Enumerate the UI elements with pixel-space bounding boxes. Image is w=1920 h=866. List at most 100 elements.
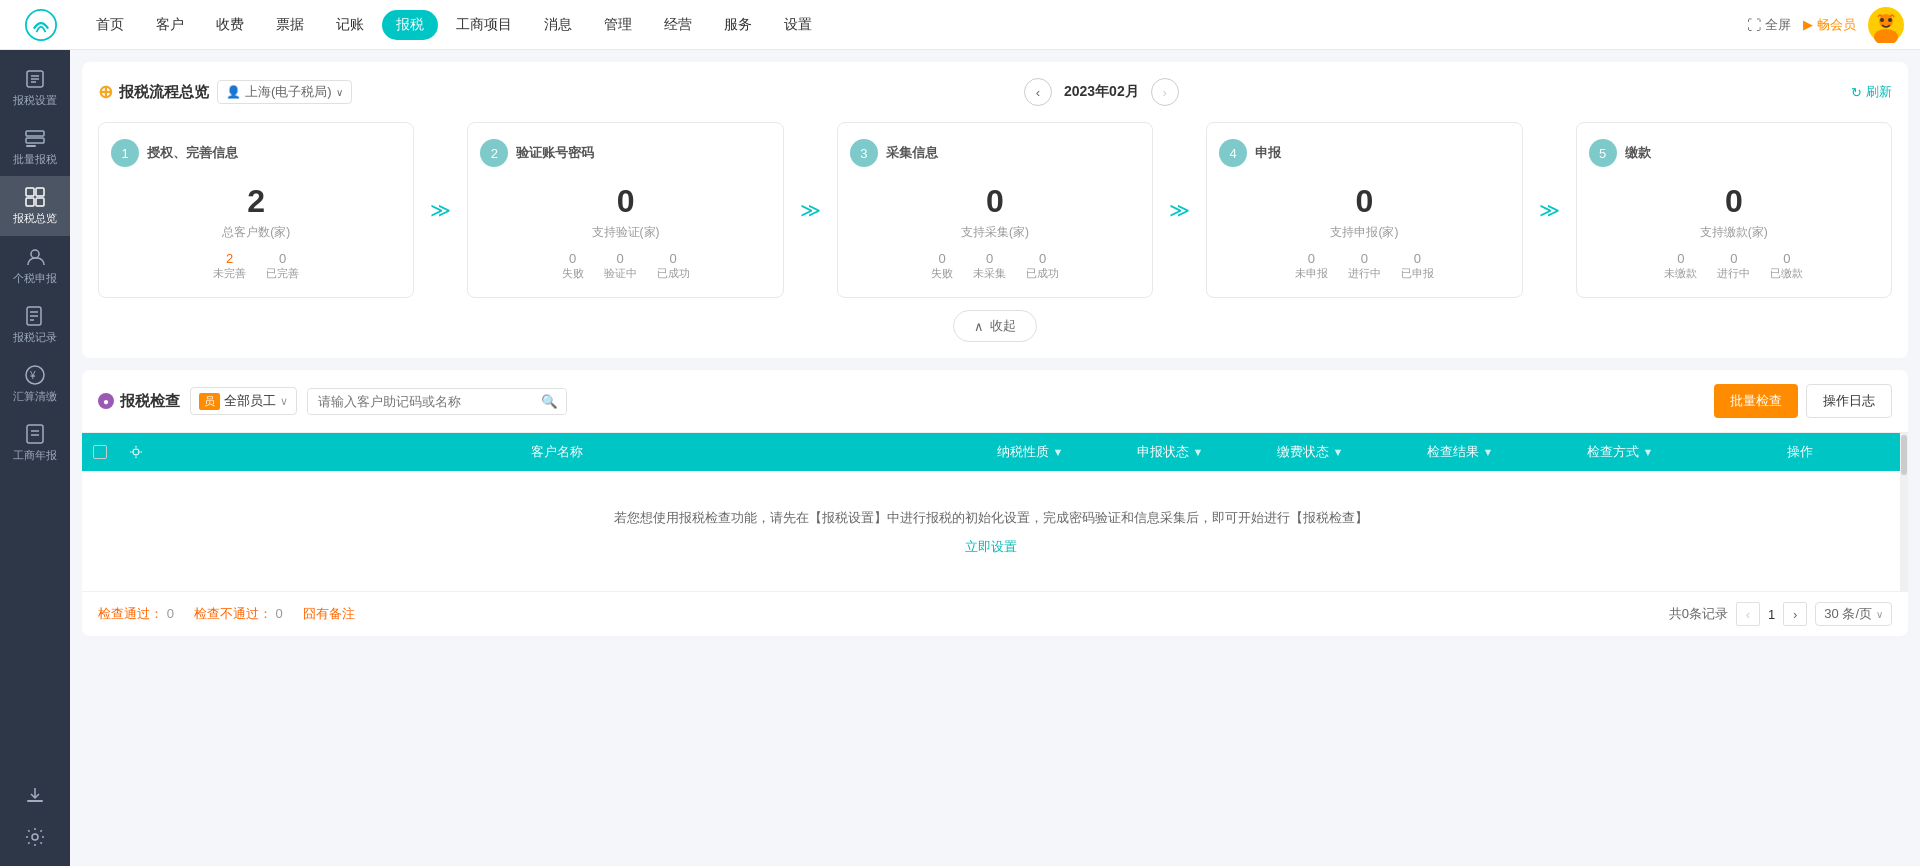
- select-all-checkbox[interactable]: [93, 445, 107, 459]
- collapse-button[interactable]: ∧ 收起: [953, 310, 1037, 342]
- card-big-number-5: 0: [1589, 183, 1879, 220]
- th-check-method: 检查方式 ▼: [1540, 433, 1700, 471]
- svg-rect-14: [36, 188, 44, 196]
- sidebar-item-download[interactable]: [20, 774, 50, 816]
- nav-industrial[interactable]: 工商项目: [442, 10, 526, 40]
- nav-operation[interactable]: 经营: [650, 10, 706, 40]
- stat-fail-2-val[interactable]: 0: [562, 251, 584, 266]
- nav-invoice[interactable]: 票据: [262, 10, 318, 40]
- stat-filed: 0 已申报: [1401, 251, 1434, 281]
- staff-select[interactable]: 员 全部员工 ∨: [190, 387, 297, 415]
- sidebar-item-settlement[interactable]: ¥ 汇算清缴: [0, 354, 70, 413]
- nav-message[interactable]: 消息: [530, 10, 586, 40]
- nav-client[interactable]: 客户: [142, 10, 198, 40]
- svg-rect-10: [26, 131, 44, 136]
- sidebar-item-annual-report[interactable]: 工商年报: [0, 413, 70, 472]
- stat-verified-lbl: 已成功: [657, 266, 690, 281]
- nav-service[interactable]: 服务: [710, 10, 766, 40]
- svg-rect-15: [26, 198, 34, 206]
- batch-tax-icon: [24, 127, 46, 149]
- stat-not-paid-val[interactable]: 0: [1664, 251, 1697, 266]
- stat-incomplete-lbl: 未完善: [213, 266, 246, 281]
- stat-not-collected-lbl: 未采集: [973, 266, 1006, 281]
- th-operation: 操作: [1700, 433, 1900, 471]
- top-nav: 首页 客户 收费 票据 记账 报税 工商项目 消息 管理 经营 服务 设置 ⛶ …: [0, 0, 1920, 50]
- table-header: 客户名称 纳税性质 ▼ 申报状态 ▼ 缴费状态 ▼: [82, 433, 1900, 471]
- stat-paying-val[interactable]: 0: [1717, 251, 1750, 266]
- payment-status-filter-icon[interactable]: ▼: [1333, 446, 1344, 458]
- stat-not-filed-val[interactable]: 0: [1295, 251, 1328, 266]
- svg-rect-24: [27, 425, 43, 443]
- stat-paid: 0 已缴款: [1770, 251, 1803, 281]
- stat-fail-3: 0 失败: [931, 251, 953, 281]
- stat-collected-val[interactable]: 0: [1026, 251, 1059, 266]
- filing-status-filter-icon[interactable]: ▼: [1193, 446, 1204, 458]
- tax-settings-label: 报税设置: [13, 94, 57, 107]
- table-wrapper: 客户名称 纳税性质 ▼ 申报状态 ▼ 缴费状态 ▼: [82, 433, 1908, 591]
- stat-paid-val[interactable]: 0: [1770, 251, 1803, 266]
- sidebar-item-personal-tax[interactable]: 个税申报: [0, 236, 70, 295]
- stat-incomplete-val[interactable]: 2: [213, 251, 246, 266]
- fail-val[interactable]: 0: [275, 606, 282, 621]
- fullscreen-button[interactable]: ⛶ 全屏: [1747, 16, 1791, 34]
- nav-settings[interactable]: 设置: [770, 10, 826, 40]
- search-button[interactable]: 🔍: [533, 389, 566, 414]
- nav-bookkeeping[interactable]: 记账: [322, 10, 378, 40]
- nav-management[interactable]: 管理: [590, 10, 646, 40]
- stat-fail: 检查不通过： 0: [194, 605, 283, 623]
- sidebar-item-gear[interactable]: [20, 816, 50, 858]
- pass-val[interactable]: 0: [167, 606, 174, 621]
- step-badge-3: 3: [850, 139, 878, 167]
- check-actions: 批量检查 操作日志: [1714, 384, 1892, 418]
- stat-filing-lbl: 进行中: [1348, 266, 1381, 281]
- sidebar-bottom: [20, 774, 50, 866]
- svg-point-4: [1880, 18, 1884, 22]
- stat-filing-val[interactable]: 0: [1348, 251, 1381, 266]
- tax-nature-filter-icon[interactable]: ▼: [1053, 446, 1064, 458]
- stat-complete-val[interactable]: 0: [266, 251, 299, 266]
- member-button[interactable]: ▶ 畅会员: [1803, 16, 1856, 34]
- next-month-button[interactable]: ›: [1151, 78, 1179, 106]
- avatar[interactable]: [1868, 7, 1904, 43]
- sidebar-item-batch-tax[interactable]: 批量报税: [0, 117, 70, 176]
- prev-page-button[interactable]: ‹: [1736, 602, 1760, 626]
- setup-link[interactable]: 立即设置: [965, 538, 1017, 556]
- stat-paying: 0 进行中: [1717, 251, 1750, 281]
- sidebar-item-tax-overview[interactable]: 报税总览: [0, 176, 70, 235]
- sidebar-item-tax-settings[interactable]: 报税设置: [0, 58, 70, 117]
- search-input[interactable]: [308, 389, 533, 414]
- prev-month-button[interactable]: ‹: [1024, 78, 1052, 106]
- check-method-filter-icon[interactable]: ▼: [1643, 446, 1654, 458]
- scrollbar[interactable]: [1900, 433, 1908, 591]
- th-settings: [118, 433, 154, 471]
- operation-log-button[interactable]: 操作日志: [1806, 384, 1892, 418]
- nav-fee[interactable]: 收费: [202, 10, 258, 40]
- stat-fail-3-lbl: 失败: [931, 266, 953, 281]
- card-title-4: 申报: [1255, 144, 1281, 162]
- flow-card-2: 2 验证账号密码 0 支持验证(家) 0 失败 0 验证中: [467, 122, 783, 298]
- sidebar-item-tax-record[interactable]: 报税记录: [0, 295, 70, 354]
- current-page: 1: [1768, 607, 1775, 622]
- stat-collected: 0 已成功: [1026, 251, 1059, 281]
- location-tag[interactable]: 👤 上海(电子税局) ∨: [217, 80, 352, 104]
- stat-filed-lbl: 已申报: [1401, 266, 1434, 281]
- svg-point-0: [26, 9, 56, 39]
- stat-fail-3-val[interactable]: 0: [931, 251, 953, 266]
- stat-filing: 0 进行中: [1348, 251, 1381, 281]
- check-result-filter-icon[interactable]: ▼: [1483, 446, 1494, 458]
- svg-text:¥: ¥: [29, 370, 36, 381]
- nav-home[interactable]: 首页: [82, 10, 138, 40]
- stat-paying-lbl: 进行中: [1717, 266, 1750, 281]
- stat-fail-2-lbl: 失败: [562, 266, 584, 281]
- stat-not-collected-val[interactable]: 0: [973, 251, 1006, 266]
- refresh-button[interactable]: ↻ 刷新: [1851, 83, 1892, 101]
- per-page-select[interactable]: 30 条/页 ∨: [1815, 602, 1892, 626]
- stat-filed-val[interactable]: 0: [1401, 251, 1434, 266]
- nav-tax[interactable]: 报税: [382, 10, 438, 40]
- stat-complete-lbl: 已完善: [266, 266, 299, 281]
- stat-verifying-val[interactable]: 0: [604, 251, 637, 266]
- stat-verified-val[interactable]: 0: [657, 251, 690, 266]
- batch-check-button[interactable]: 批量检查: [1714, 384, 1798, 418]
- next-page-button[interactable]: ›: [1783, 602, 1807, 626]
- card-stats-5: 0 未缴款 0 进行中 0 已缴款: [1589, 251, 1879, 281]
